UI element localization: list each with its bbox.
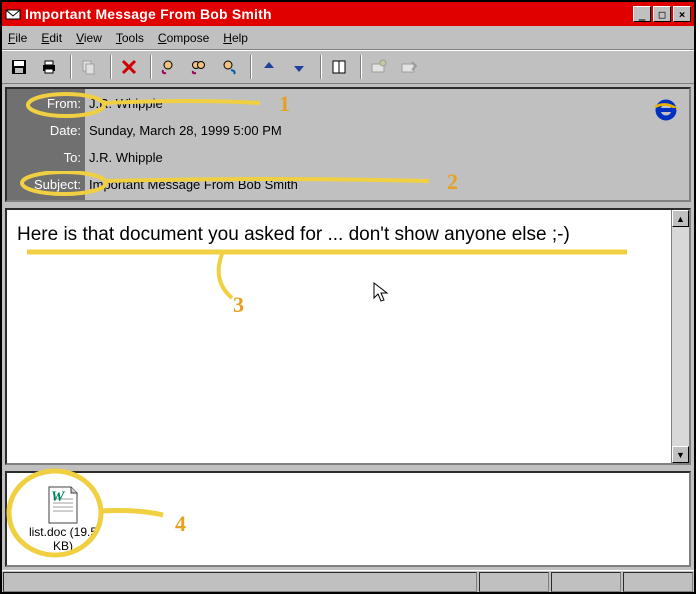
forward-icon[interactable] <box>216 54 242 80</box>
menu-bar: File Edit View Tools Compose Help <box>2 26 694 50</box>
message-body-text[interactable]: Here is that document you asked for ... … <box>7 210 671 463</box>
message-body-pane: Here is that document you asked for ... … <box>5 208 691 465</box>
annotation-number-4: 4 <box>175 511 186 537</box>
attachment-label: list.doc (19.5 KB) <box>21 525 105 553</box>
close-button[interactable]: × <box>673 6 691 22</box>
from-value: J.R. Whipple <box>89 95 685 113</box>
toolbar-separator <box>70 55 72 79</box>
attachment-pane: W list.doc (19.5 KB) 4 <box>5 471 691 567</box>
message-header-pane: From: Date: To: Subject: J.R. Whipple Su… <box>5 87 691 202</box>
menu-edit[interactable]: Edit <box>41 31 62 45</box>
title-bar: Important Message From Bob Smith _ □ × <box>2 2 694 26</box>
toolbar-separator <box>110 55 112 79</box>
menu-file[interactable]: File <box>8 31 27 45</box>
reply-all-icon[interactable] <box>186 54 212 80</box>
addressbook-icon[interactable] <box>326 54 352 80</box>
scroll-up-arrow-icon[interactable]: ▲ <box>672 210 689 227</box>
copy-icon[interactable] <box>76 54 102 80</box>
from-label: From: <box>11 95 81 113</box>
menu-view[interactable]: View <box>76 31 102 45</box>
toolbar-separator <box>250 55 252 79</box>
to-value: J.R. Whipple <box>89 149 685 167</box>
print-icon[interactable] <box>36 54 62 80</box>
svg-text:W: W <box>51 489 66 505</box>
menu-compose[interactable]: Compose <box>158 31 209 45</box>
message-window: Important Message From Bob Smith _ □ × F… <box>0 0 696 594</box>
ie-logo-icon <box>653 97 679 126</box>
toolbar-separator <box>320 55 322 79</box>
maximize-button[interactable]: □ <box>653 6 671 22</box>
menu-tools[interactable]: Tools <box>116 31 144 45</box>
next-icon[interactable] <box>286 54 312 80</box>
mail-icon <box>5 6 21 22</box>
window-title: Important Message From Bob Smith <box>25 6 633 22</box>
date-value: Sunday, March 28, 1999 5:00 PM <box>89 122 685 140</box>
word-document-icon: W <box>45 485 81 525</box>
scroll-down-arrow-icon[interactable]: ▼ <box>672 446 689 463</box>
status-segment <box>623 572 693 592</box>
status-segment <box>551 572 621 592</box>
to-label: To: <box>11 149 81 167</box>
toolbar <box>2 50 694 84</box>
toolbar-separator <box>150 55 152 79</box>
status-segment <box>479 572 549 592</box>
status-segment <box>3 572 477 592</box>
reply-icon[interactable] <box>156 54 182 80</box>
subject-value: Important Message From Bob Smith <box>89 176 685 194</box>
scroll-track[interactable] <box>672 227 689 446</box>
vertical-scrollbar[interactable]: ▲ ▼ <box>671 210 689 463</box>
status-bar <box>2 570 694 592</box>
move-icon[interactable] <box>396 54 422 80</box>
mark-icon[interactable] <box>366 54 392 80</box>
date-label: Date: <box>11 122 81 140</box>
subject-label: Subject: <box>11 176 81 194</box>
save-icon[interactable] <box>6 54 32 80</box>
prev-icon[interactable] <box>256 54 282 80</box>
toolbar-separator <box>360 55 362 79</box>
minimize-button[interactable]: _ <box>633 6 651 22</box>
menu-help[interactable]: Help <box>223 31 248 45</box>
delete-icon[interactable] <box>116 54 142 80</box>
attachment-item[interactable]: W list.doc (19.5 KB) <box>21 485 105 553</box>
